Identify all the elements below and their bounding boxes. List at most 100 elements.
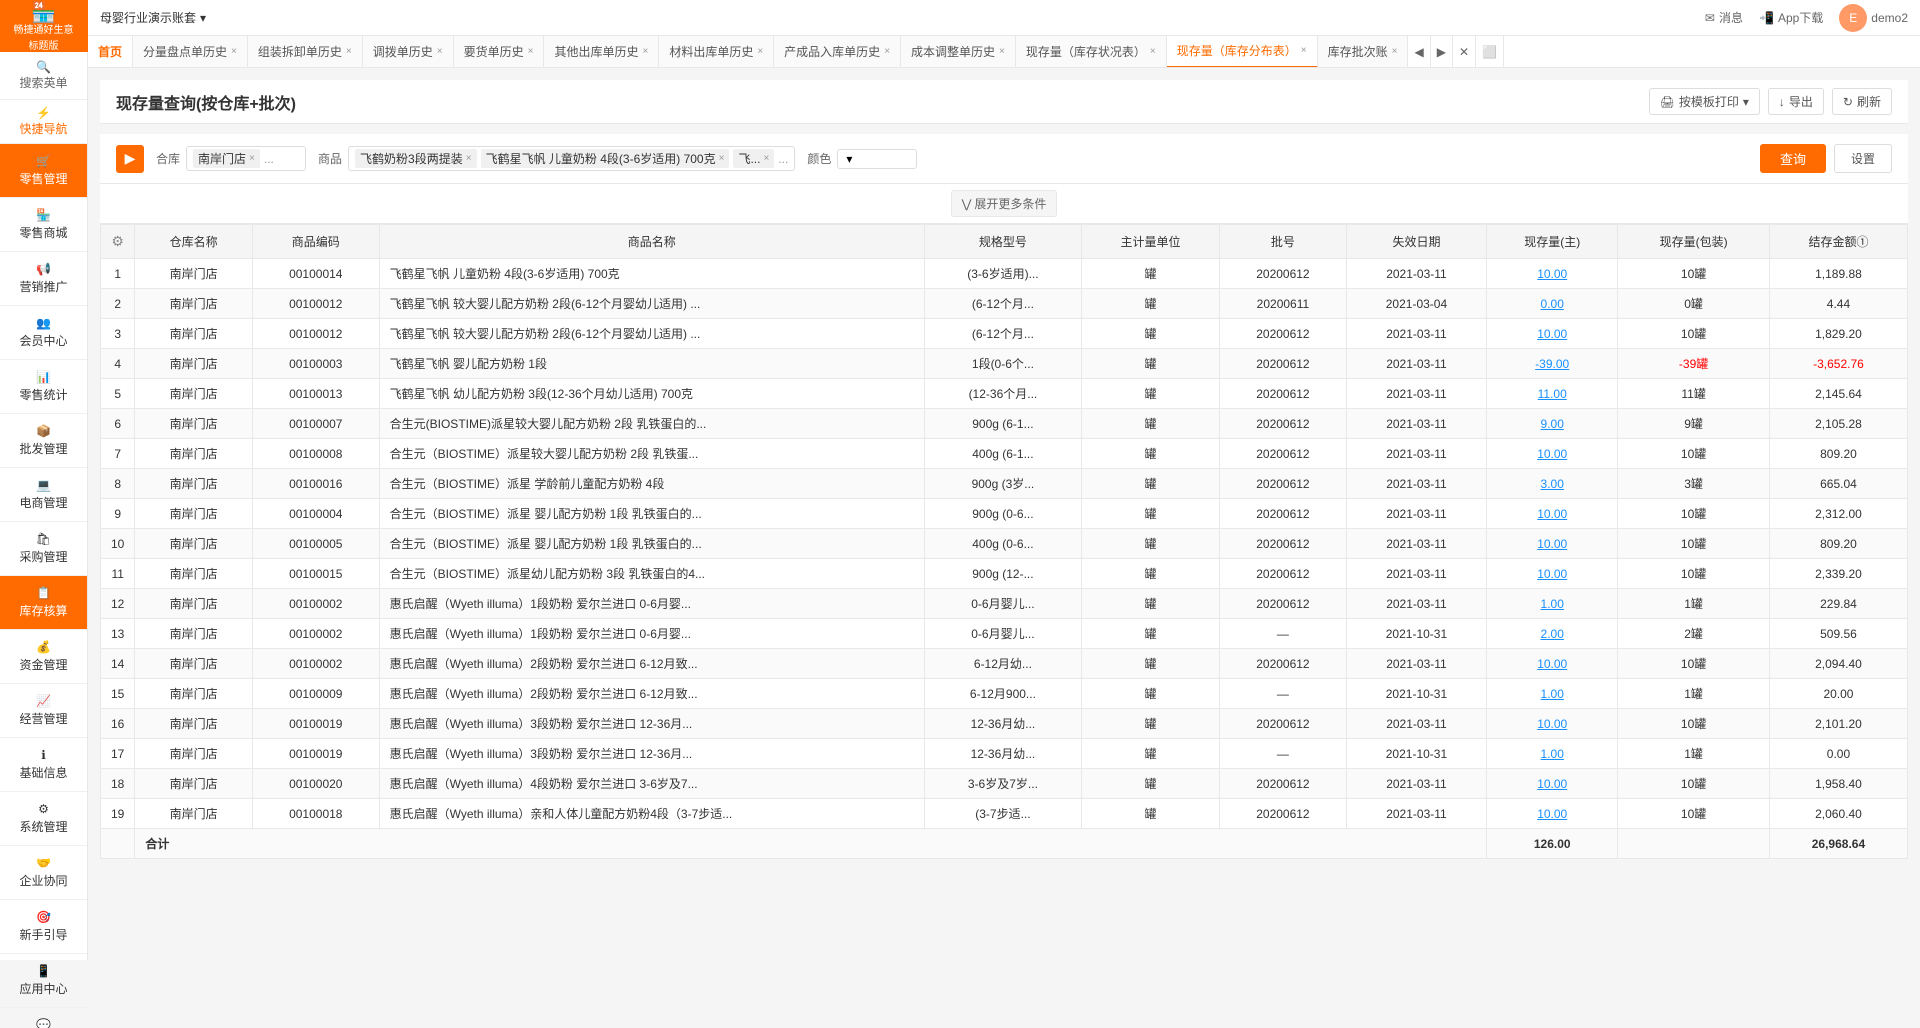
tab-other-out-close[interactable]: ×: [642, 46, 648, 57]
tab-dismantle-history[interactable]: 组装拆卸单历史 ×: [248, 36, 363, 68]
goods-tag-3-close[interactable]: ×: [763, 153, 769, 164]
sidebar-search-label: 搜索英单: [6, 74, 81, 91]
tab-home[interactable]: 首页: [88, 36, 133, 68]
cell-qty-main[interactable]: 1.00: [1487, 589, 1618, 619]
goods-tag-2-close[interactable]: ×: [719, 153, 725, 164]
settings-button[interactable]: 设置: [1834, 144, 1892, 173]
sidebar-item-retail-store[interactable]: 🏪 零售商城: [0, 198, 87, 252]
cell-no: 8: [101, 469, 135, 499]
query-button[interactable]: 查询: [1760, 144, 1826, 173]
sidebar-item-retail-stats[interactable]: 📊 零售统计: [0, 360, 87, 414]
sidebar-quicknav-entry[interactable]: ⚡ 快捷导航: [0, 100, 87, 144]
warehouse-tag-close[interactable]: ×: [249, 153, 255, 164]
column-settings-icon[interactable]: ⚙: [111, 233, 124, 249]
color-dropdown[interactable]: ▾: [837, 149, 917, 169]
sidebar-item-member[interactable]: 👥 会员中心: [0, 306, 87, 360]
tab-stock-history-close[interactable]: ×: [231, 46, 237, 57]
search-actions: 查询 设置: [1760, 144, 1892, 173]
tab-stock-status-close[interactable]: ×: [1150, 46, 1156, 57]
sidebar-item-wholesale[interactable]: 📦 批发管理: [0, 414, 87, 468]
tab-stock-history[interactable]: 分量盘点单历史 ×: [133, 36, 248, 68]
tab-stock-dist-close[interactable]: ×: [1301, 45, 1307, 56]
cell-unit: 罐: [1082, 409, 1220, 439]
expand-conditions-btn[interactable]: ⋁ 展开更多条件: [951, 190, 1058, 217]
cell-qty-main[interactable]: 10.00: [1487, 319, 1618, 349]
tab-product-in-close[interactable]: ×: [884, 46, 890, 57]
cell-qty-main[interactable]: 10.00: [1487, 769, 1618, 799]
tab-prev-btn[interactable]: ◀: [1408, 36, 1430, 68]
color-search-group: 颜色 ▾: [807, 149, 917, 169]
cell-code: 00100002: [252, 619, 379, 649]
tab-stock-dist[interactable]: 现存量（库存分布表） ×: [1167, 36, 1318, 68]
sidebar-item-ecommerce[interactable]: 💻 电商管理: [0, 468, 87, 522]
refresh-btn[interactable]: ↻ 刷新: [1832, 88, 1892, 115]
cell-qty-main[interactable]: 11.00: [1487, 379, 1618, 409]
cell-qty-main[interactable]: 9.00: [1487, 409, 1618, 439]
sidebar-search-entry[interactable]: 🔍 搜索英单: [0, 52, 87, 100]
tab-stock-batch[interactable]: 库存批次账 ×: [1318, 36, 1409, 68]
user-area[interactable]: E demo2: [1839, 4, 1908, 32]
refresh-icon: ↻: [1843, 95, 1853, 109]
cell-qty-main[interactable]: 0.00: [1487, 289, 1618, 319]
export-btn[interactable]: ↓ 导出: [1768, 88, 1824, 115]
cell-warehouse: 南岸门店: [135, 319, 253, 349]
cell-qty-main[interactable]: 1.00: [1487, 679, 1618, 709]
cell-qty-main[interactable]: 10.00: [1487, 499, 1618, 529]
sidebar-item-inventory[interactable]: 📋 库存核算: [0, 576, 87, 630]
tab-pick-history[interactable]: 调拨单历史 ×: [363, 36, 454, 68]
cell-qty-main[interactable]: -39.00: [1487, 349, 1618, 379]
tab-dismantle-close[interactable]: ×: [346, 46, 352, 57]
tab-pickup-close[interactable]: ×: [528, 46, 534, 57]
account-dropdown[interactable]: 母婴行业演示账套 ▾: [100, 9, 206, 26]
cell-warehouse: 南岸门店: [135, 529, 253, 559]
sidebar-logo[interactable]: 🏪 畅捷通好生意 标题版: [0, 0, 88, 52]
sidebar-item-operation[interactable]: 📈 经营管理: [0, 684, 87, 738]
sidebar-item-purchase[interactable]: 🛍 采购管理: [0, 522, 87, 576]
tab-stock-batch-close[interactable]: ×: [1392, 46, 1398, 57]
cell-qty-main[interactable]: 2.00: [1487, 619, 1618, 649]
tab-maximize-btn[interactable]: ⬜: [1476, 36, 1504, 68]
cell-qty-main[interactable]: 10.00: [1487, 439, 1618, 469]
cell-qty-main[interactable]: 10.00: [1487, 649, 1618, 679]
cell-qty-main[interactable]: 10.00: [1487, 559, 1618, 589]
cell-qty-main[interactable]: 10.00: [1487, 529, 1618, 559]
cell-no: 6: [101, 409, 135, 439]
tab-material-out-close[interactable]: ×: [757, 46, 763, 57]
sidebar-item-enterprise[interactable]: 🤝 企业协同: [0, 846, 87, 900]
app-download-btn[interactable]: 📲 App下载: [1759, 9, 1823, 26]
cell-unit: 罐: [1082, 709, 1220, 739]
cell-qty-main[interactable]: 3.00: [1487, 469, 1618, 499]
tab-cost-adjust-close[interactable]: ×: [999, 46, 1005, 57]
sidebar-item-base-info[interactable]: ℹ 基础信息: [0, 738, 87, 792]
sidebar-item-retail-mgmt[interactable]: 🛒 零售管理: [0, 144, 87, 198]
sidebar: 🏪 畅捷通好生意 标题版 🔍 搜索英单 ⚡ 快捷导航 🛒 零售管理 🏪 零售商城…: [0, 0, 88, 960]
tab-close-btn[interactable]: ✕: [1453, 36, 1476, 68]
cell-qty-main[interactable]: 10.00: [1487, 799, 1618, 829]
sidebar-item-new-guide[interactable]: 🎯 新手引导: [0, 900, 87, 954]
cell-code: 00100003: [252, 349, 379, 379]
goods-tag-1-close[interactable]: ×: [466, 153, 472, 164]
sidebar-item-sys-mgmt[interactable]: ⚙ 系统管理: [0, 792, 87, 846]
tab-other-out[interactable]: 其他出库单历史 ×: [544, 36, 659, 68]
warehouse-tag-container[interactable]: 南岸门店 × ...: [186, 146, 306, 171]
cell-qty-main[interactable]: 10.00: [1487, 259, 1618, 289]
cell-qty-main[interactable]: 10.00: [1487, 709, 1618, 739]
table-row: 9 南岸门店 00100004 合生元（BIOSTIME）派星 婴儿配方奶粉 1…: [101, 499, 1908, 529]
cell-expire: 2021-03-11: [1346, 499, 1486, 529]
search-expand-btn[interactable]: ▶: [116, 145, 144, 173]
template-print-btn[interactable]: 🖨 按模板打印 ▾: [1649, 88, 1760, 115]
tab-cost-adjust[interactable]: 成本调整单历史 ×: [901, 36, 1016, 68]
messages-btn[interactable]: ✉ 消息: [1705, 9, 1743, 26]
finance-icon: 💰: [36, 640, 51, 654]
tab-material-out[interactable]: 材料出库单历史 ×: [659, 36, 774, 68]
goods-tag-container[interactable]: 飞鹤奶粉3段两提装 × 飞鹤星飞帆 儿童奶粉 4段(3-6岁适用) 700克 ×…: [348, 146, 795, 171]
cell-qty-main[interactable]: 1.00: [1487, 739, 1618, 769]
tab-product-in[interactable]: 产成品入库单历史 ×: [774, 36, 901, 68]
tab-pick-close[interactable]: ×: [437, 46, 443, 57]
tab-stock-status[interactable]: 现存量（库存状况表） ×: [1016, 36, 1167, 68]
sidebar-item-marketing[interactable]: 📢 营销推广: [0, 252, 87, 306]
tab-pickup-history[interactable]: 要货单历史 ×: [454, 36, 545, 68]
tab-next-btn[interactable]: ▶: [1431, 36, 1453, 68]
sidebar-item-finance[interactable]: 💰 资金管理: [0, 630, 87, 684]
th-settings[interactable]: ⚙: [101, 225, 135, 259]
